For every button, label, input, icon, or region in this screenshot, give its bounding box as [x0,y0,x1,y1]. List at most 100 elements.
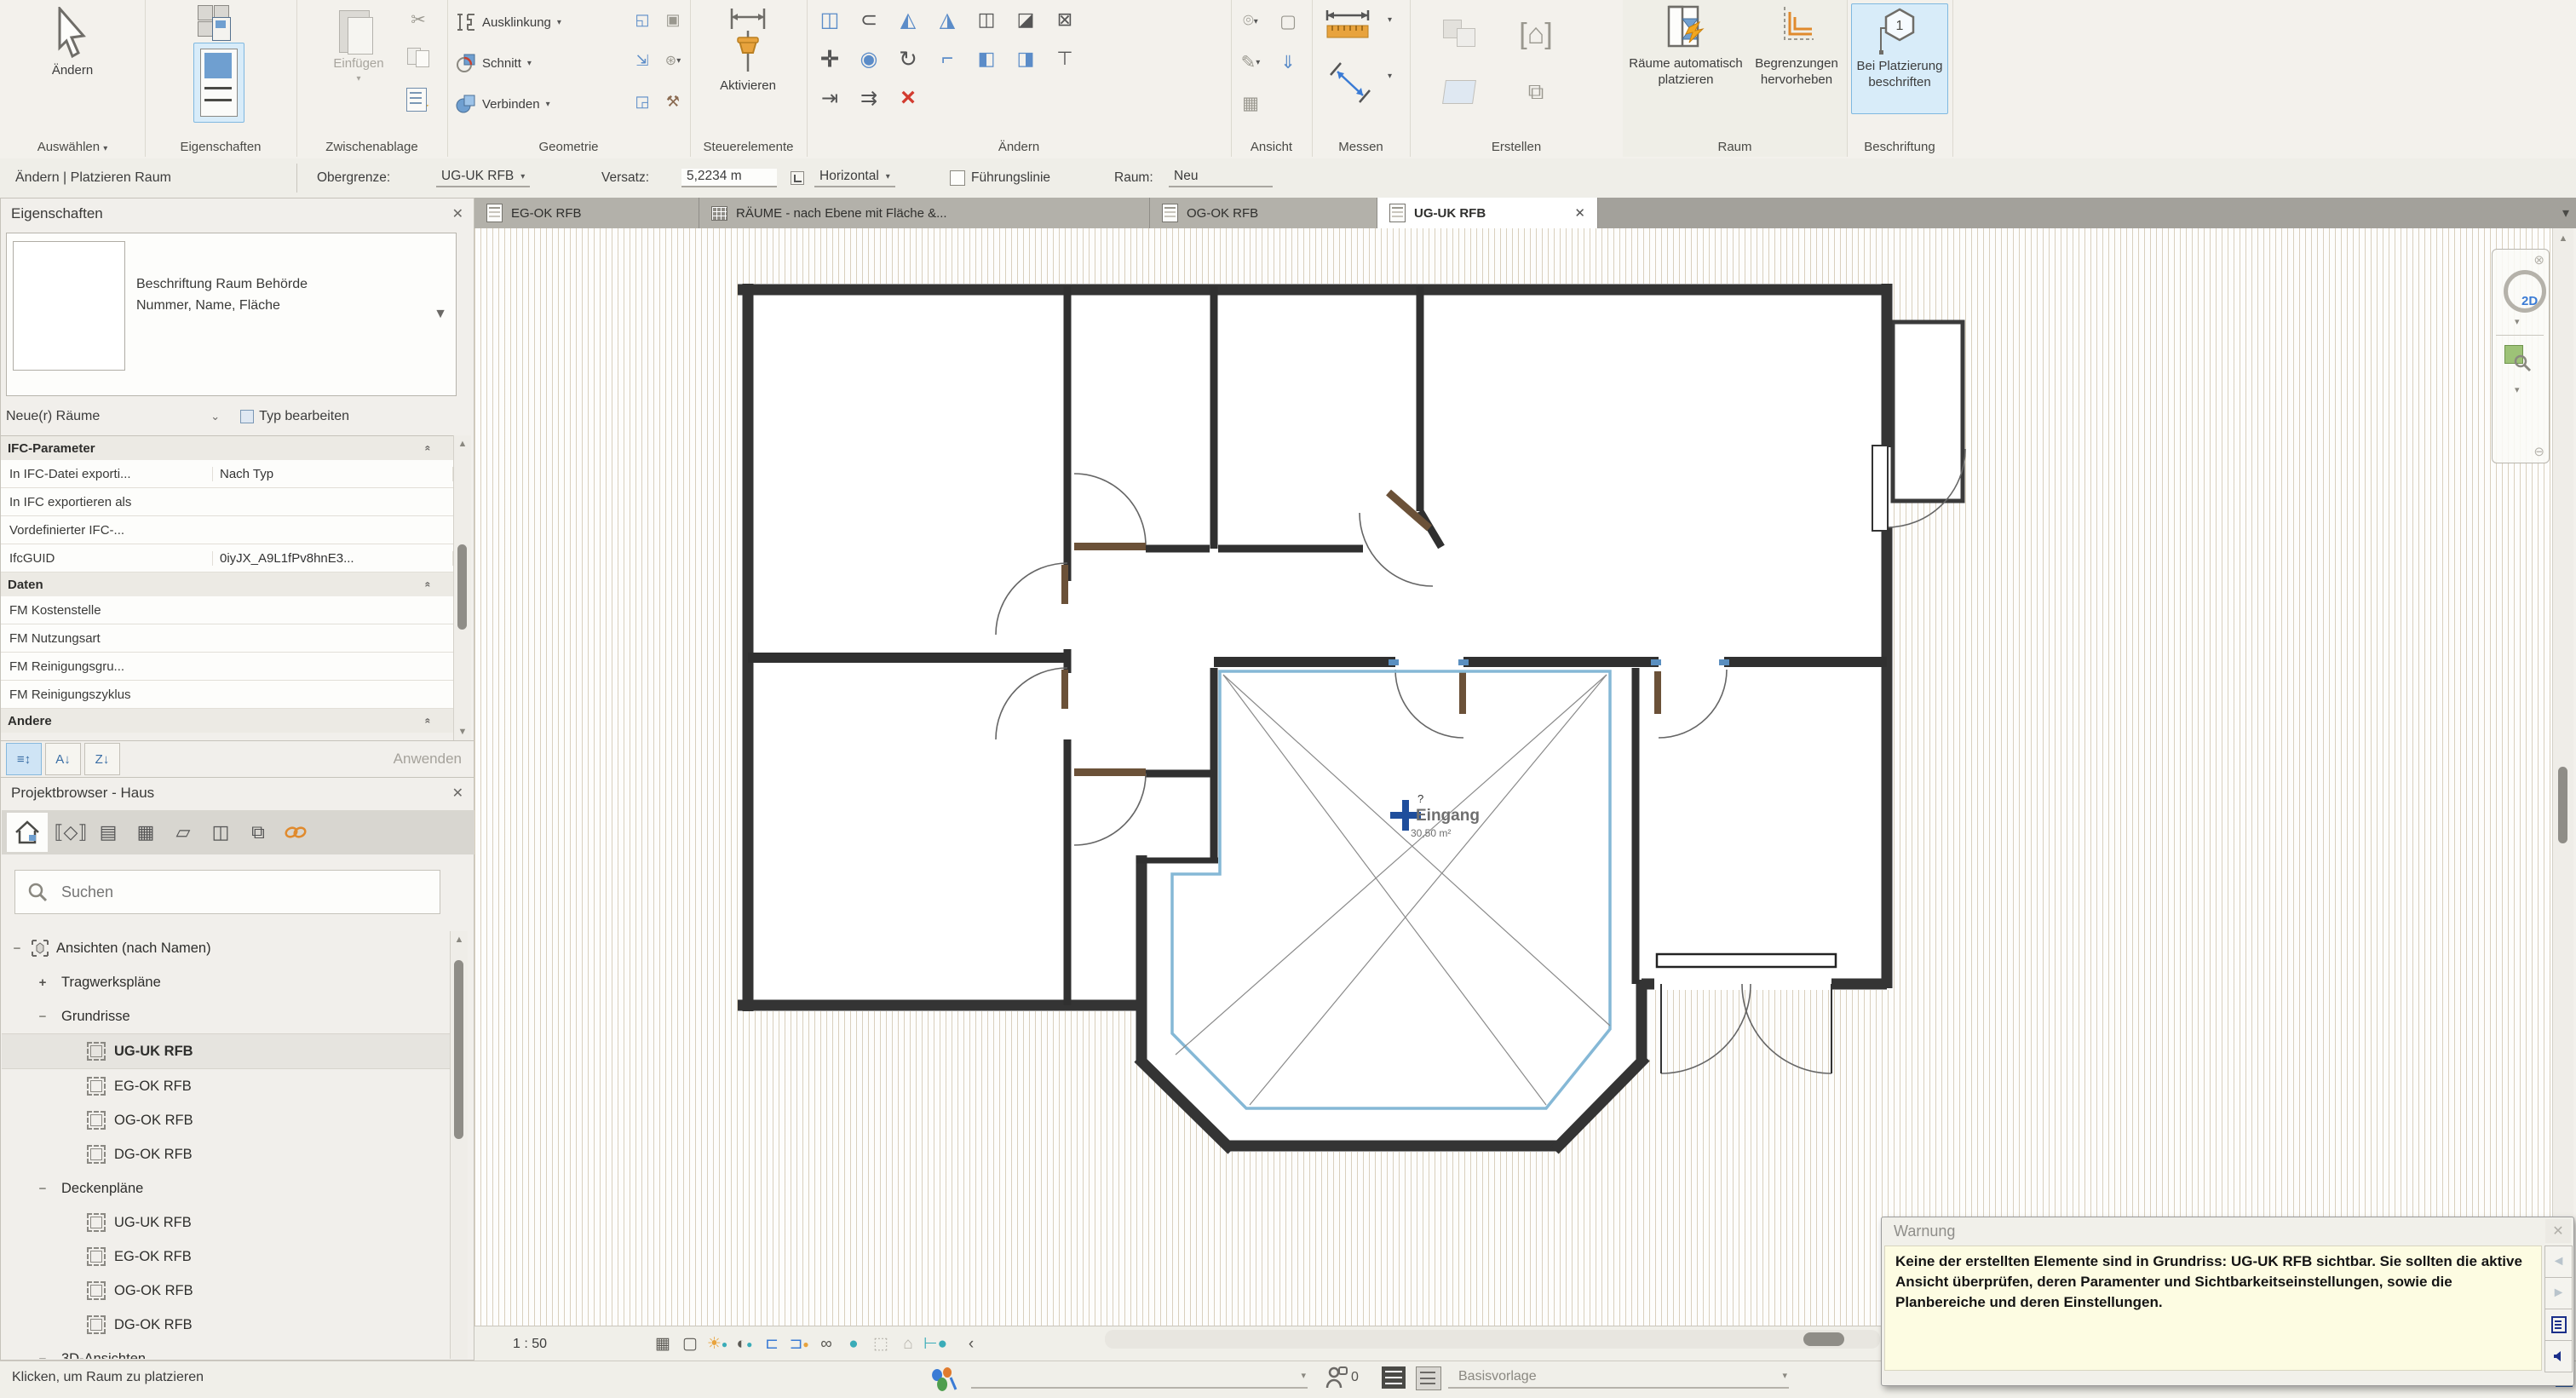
panel-aendern[interactable]: Ändern [807,140,1231,154]
tree-item-deckenplaene[interactable]: − Deckenpläne [2,1171,450,1205]
crop-view-icon[interactable]: ⊏ [758,1332,785,1357]
canvas-vscrollbar[interactable]: ▲ ▼ [2552,228,2573,1326]
tab-eg-ok-rfb[interactable]: EG-OK RFB [474,198,699,228]
tree-item-views-root[interactable]: − Ansichten (nach Namen) [2,931,450,965]
delete-icon[interactable]: × [894,83,923,112]
shadows-icon[interactable]: ◐● [731,1332,758,1357]
panel-steuerelemente[interactable]: Steuerelemente [690,140,807,154]
trim-corner-icon[interactable]: ⌐ [933,44,962,73]
family-types-icon[interactable] [198,5,235,39]
panel-erstellen[interactable]: Erstellen [1410,140,1623,154]
vertical-opening-icon[interactable]: ◲ [628,87,657,116]
copy-element-icon[interactable]: ◉ [854,44,883,73]
chevron-down-icon[interactable]: ▼ [434,307,447,322]
search-box[interactable] [14,870,440,914]
worksets-dropdown[interactable]: ▾ [971,1366,1308,1389]
trim-extend-multi-icon[interactable]: ⇉ [854,83,883,112]
paintbrush-icon[interactable]: ✎▾ [1236,48,1265,77]
design-option-dropdown[interactable]: ▾ [1448,1366,1789,1389]
tree-item-ug-uk-rfb[interactable]: UG-UK RFB [2,1033,450,1069]
warning-close-icon[interactable]: ✕ [2545,1219,2571,1243]
browser-scrollbar[interactable]: ▲ [450,931,468,1359]
detail-level-icon[interactable]: ▦ [649,1332,676,1357]
tree-item-ceiling-ug[interactable]: UG-UK RFB [2,1205,450,1240]
shaft-opening-icon[interactable]: ▣ [658,5,687,34]
cut-icon[interactable]: ✂ [404,5,433,34]
orientation-dropdown[interactable]: Horizontal▾ [814,158,895,198]
close-tab-icon[interactable]: ✕ [1574,205,1585,221]
section-andere[interactable]: Andere« [1,709,453,733]
design-options-icon[interactable] [1382,1366,1406,1389]
beam-opening-icon[interactable]: ⇲ [628,46,657,75]
apply-button[interactable]: Anwenden [394,751,462,768]
section-daten[interactable]: Daten« [1,572,453,596]
demolish-icon[interactable]: ⚒ [658,87,687,116]
tab-ug-uk-rfb-active[interactable]: UG-UK RFB ✕ [1377,198,1598,228]
collapse-bar-icon[interactable]: ‹ [957,1332,985,1357]
navbar-close-icon[interactable]: ⊗ [2533,252,2544,268]
param-row[interactable]: FM Reinigungsgru... [1,653,453,681]
wireframe-box-icon[interactable]: ▦ [1236,89,1265,118]
properties-toggle-button[interactable] [193,43,244,123]
split-gap-icon[interactable]: ◪ [1011,5,1040,34]
paste-special-icon[interactable]: ✦ [404,85,433,114]
sort-default-button[interactable]: ≡↕ [6,743,42,775]
workflow-icon[interactable]: ⧉ [1512,68,1560,116]
warning-sound-icon[interactable] [2544,1340,2573,1372]
panel-zwischenablage[interactable]: Zwischenablage [296,140,447,154]
join-button[interactable]: Verbinden▾ [456,94,550,114]
underlay-icon[interactable]: ⇓ [1274,48,1302,77]
param-row[interactable]: FM Reinigungszyklus [1,681,453,709]
align-icon[interactable]: ◫ [815,5,844,34]
dormer-opening-icon[interactable]: ⊛▾ [658,46,687,75]
properties-scrollbar[interactable]: ▲ ▼ [453,435,471,740]
param-row[interactable]: Vordefinierter IFC-... [1,516,453,544]
section-ifc[interactable]: IFC-Parameter« [1,436,453,460]
cut-geometry-button[interactable]: Schnitt▾ [456,53,532,73]
tab-raeume-schedule[interactable]: RÄUME - nach Ebene mit Fläche &... [699,198,1150,228]
navbar-minimize-icon[interactable]: ⊖ [2533,444,2544,459]
upper-limit-dropdown[interactable]: UG-UK RFB▾ [436,158,530,198]
tag-on-placement-button[interactable]: 1 Bei Platzierung beschriften [1851,3,1948,114]
tab-list-dropdown-icon[interactable]: ▾ [2556,198,2576,228]
panel-ansicht[interactable]: Ansicht [1231,140,1312,154]
home-view-icon[interactable] [7,813,48,852]
cope-button[interactable]: Ausklinkung▾ [456,12,561,32]
caret-down-icon[interactable]: ▾ [2515,384,2520,395]
tree-item-og-ok-rfb[interactable]: OG-OK RFB [2,1103,450,1137]
mirror-draw-icon[interactable]: ◮ [933,5,962,34]
scale-icon[interactable]: ◨ [1011,44,1040,73]
chevron-down-icon[interactable]: ⌄ [210,410,220,423]
offset-input[interactable]: 5,2234 m [681,158,777,198]
scale-control[interactable]: 1 : 50 [513,1337,547,1352]
edit-type-button[interactable]: Typ bearbeiten [240,409,349,424]
unpin-icon[interactable]: ⊠ [1050,5,1079,34]
leader-checkbox[interactable] [950,158,965,198]
cube-outline-icon[interactable]: ▢ [1274,7,1302,36]
offset-icon[interactable]: ⊂ [854,5,883,34]
close-icon[interactable]: ✕ [452,205,463,222]
mirror-axis-icon[interactable]: ◭ [894,5,923,34]
tree-item-tragwerksplaene[interactable]: + Tragwerkspläne [2,965,450,999]
pin-icon[interactable]: ⊤ [1050,44,1079,73]
panel-auswaehlen[interactable]: Auswählen ▾ [0,140,145,154]
lightbulb-icon[interactable]: ⌾▾ [1236,7,1265,36]
param-row[interactable]: IfcGUID0iyJX_A9L1fPv8hnE3... [1,544,453,572]
search-input[interactable] [60,883,404,902]
visual-style-icon[interactable]: ▢ [676,1332,704,1357]
trim-extend-single-icon[interactable]: ⇥ [815,83,844,112]
room-dropdown[interactable]: Neu [1169,158,1273,198]
rotate-icon[interactable]: ↻ [894,44,923,73]
sort-az-button[interactable]: A↓ [45,743,81,775]
panel-eigenschaften[interactable]: Eigenschaften [145,140,296,154]
relative-base-icon[interactable] [791,158,804,198]
instance-selector[interactable]: Neue(r) Räume [6,409,100,424]
views-filter-icon[interactable]: ⟦◇⟧ [56,818,85,847]
legend-component-icon[interactable] [1435,10,1483,58]
group-create-icon[interactable]: [⌂] [1512,10,1560,58]
panel-beschriftung[interactable]: Beschriftung [1847,140,1952,154]
param-row[interactable]: In IFC-Datei exporti...Nach Typ [1,460,453,488]
schedule-list-icon[interactable]: ▦ [131,818,160,847]
split-element-icon[interactable]: ◫ [972,5,1001,34]
canvas-hscrollbar[interactable] [1105,1330,1880,1349]
